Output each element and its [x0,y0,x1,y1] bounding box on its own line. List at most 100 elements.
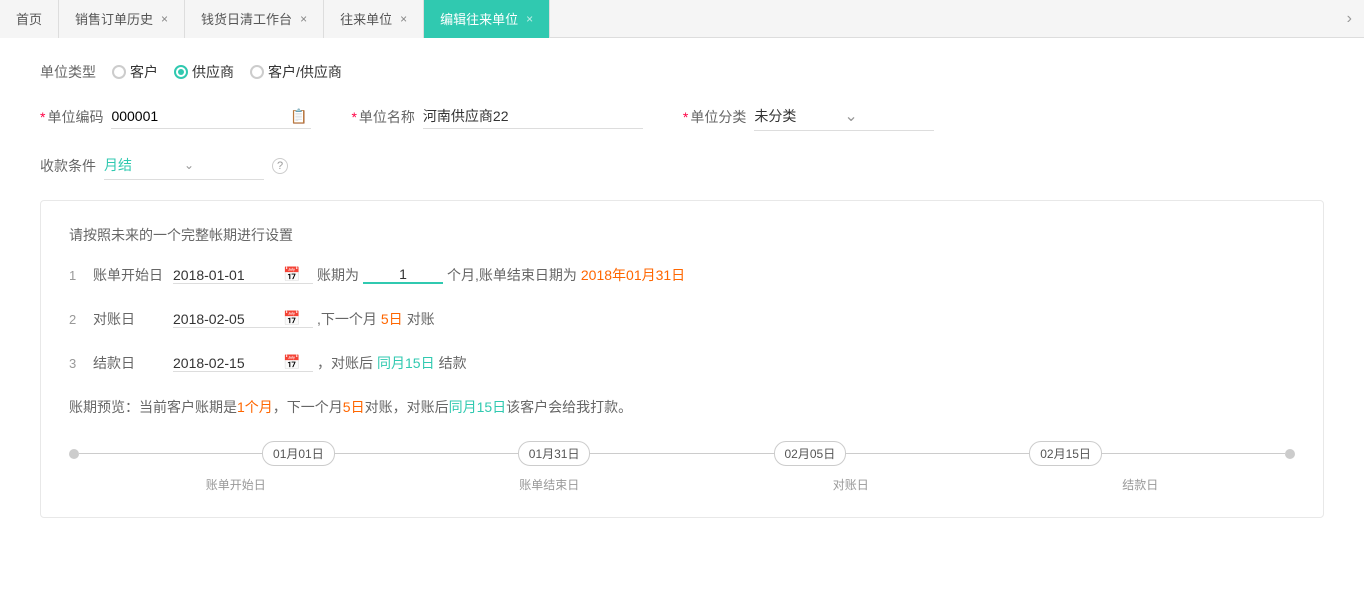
main-content: 单位类型 客户 供应商 客户/供应商 * 单位编码 [0,38,1364,608]
row-num-3: 3 [69,356,93,371]
preview-part1: 1个月 [237,399,273,415]
preview-part2: 5日 [343,399,365,415]
radio-circle-supplier [174,65,188,79]
payment-suffix-post: 结款 [439,353,467,373]
timeline-label-1: 账单开始日 [206,476,266,493]
timeline-node-4: 02月15日 [1029,441,1102,466]
payment-suffix-pre: ，对账后 [317,353,373,373]
unit-code-field: * 单位编码 📋 [40,104,311,129]
timeline-label-3: 对账日 [833,476,869,493]
timeline-node-1: 01月01日 [262,441,335,466]
unit-classify-select[interactable]: 未分类 ⌄ [754,102,934,131]
period-end-date: 2018年01月31日 [581,265,685,285]
payment-field: 收款条件 月结 ⌄ ? [40,151,288,180]
unit-classify-field: * 单位分类 未分类 ⌄ [683,102,934,131]
timeline-spacer-4 [846,453,1029,454]
start-date-cal-icon[interactable]: 📅 [283,266,300,283]
required-star-code: * [40,109,45,125]
unit-code-input[interactable] [111,104,286,128]
required-star-classify: * [683,109,688,125]
radio-supplier[interactable]: 供应商 [174,62,234,82]
period-value-input[interactable] [363,266,443,284]
radio-group-unit-type: 客户 供应商 客户/供应商 [112,62,342,82]
period-label-pre: 账期为 [317,265,359,285]
payment-select[interactable]: 月结 ⌄ [104,151,264,180]
timeline-track: 01月01日 01月31日 02月05日 02月15日 [69,441,1295,466]
timeline-spacer-2 [335,453,518,454]
reconcile-highlight: 5日 [381,309,403,329]
settings-card: 请按照未来的一个完整帐期进行设置 1 账单开始日 📅 账期为 个月,账单结束日期… [40,200,1324,518]
timeline-spacer-1 [79,453,262,454]
unit-classify-label: 单位分类 [690,107,746,127]
classify-arrow-icon: ⌄ [844,106,934,126]
tab-close-partner[interactable]: × [400,12,407,26]
required-star-name: * [351,109,356,125]
tab-sales-history[interactable]: 销售订单历史× [59,0,185,38]
timeline-badge-4: 02月15日 [1029,441,1102,466]
payment-value: 月结 [104,155,184,175]
reconcile-suffix-post: 对账 [407,309,435,329]
tab-home[interactable]: 首页 [0,0,59,38]
payment-date-input[interactable] [173,355,283,371]
payment-label: 收款条件 [40,156,96,176]
payment-date-cal-icon[interactable]: 📅 [283,354,300,371]
setting-row-3: 3 结款日 📅 ，对账后同月15日 结款 [69,353,1295,373]
tab-partner[interactable]: 往来单位× [324,0,424,38]
tab-close-sales-history[interactable]: × [161,12,168,26]
tab-edit-partner[interactable]: 编辑往来单位× [424,0,550,38]
unit-code-label: 单位编码 [47,107,103,127]
timeline-badge-1: 01月01日 [262,441,335,466]
radio-label-both: 客户/供应商 [268,62,342,82]
timeline-label-2: 账单结束日 [519,476,579,493]
tab-cashflow[interactable]: 钱货日清工作台× [185,0,324,38]
unit-classify-value: 未分类 [754,106,844,126]
unit-code-input-wrap: 📋 [111,104,311,129]
preview-part3: 同月15日 [449,399,507,415]
preview-sep1: ，下一个月 [273,399,343,415]
row-label-3: 结款日 [93,353,173,373]
radio-both[interactable]: 客户/供应商 [250,62,342,82]
row-label-2: 对账日 [93,309,173,329]
timeline-node-3: 02月05日 [774,441,847,466]
preview-suffix: 该客户会给我打款。 [506,399,632,415]
tab-close-edit-partner[interactable]: × [526,12,533,26]
reconcile-date-input-wrap: 📅 [173,310,313,328]
radio-label-supplier: 供应商 [192,62,234,82]
timeline-label-row: 账单开始日 账单结束日 对账日 结款日 [79,470,1285,493]
reconcile-suffix-pre: ,下一个月 [317,309,377,329]
tab-bar: 首页销售订单历史×钱货日清工作台×往来单位×编辑往来单位× › [0,0,1364,38]
period-label-post: 个月,账单结束日期为 [447,265,577,285]
row-label-1: 账单开始日 [93,265,173,285]
tab-close-cashflow[interactable]: × [300,12,307,26]
unit-code-icon[interactable]: 📋 [286,108,311,125]
card-hint: 请按照未来的一个完整帐期进行设置 [69,225,1295,245]
setting-row-1: 1 账单开始日 📅 账期为 个月,账单结束日期为 2018年01月31日 [69,265,1295,285]
preview-sep2: 对账，对账后 [365,399,449,415]
timeline-spacer-3 [590,453,773,454]
timeline-badge-3: 02月05日 [774,441,847,466]
timeline-dot-end [1285,449,1295,459]
radio-circle-both [250,65,264,79]
preview-prefix: 账期预览：当前客户账期是 [69,399,237,415]
tab-more-button[interactable]: › [1335,10,1364,28]
timeline-dot-start [69,449,79,459]
unit-type-label: 单位类型 [40,62,96,82]
unit-name-field: * 单位名称 [351,104,642,129]
payment-highlight: 同月15日 [377,353,435,373]
start-date-input[interactable] [173,267,283,283]
timeline-container: 01月01日 01月31日 02月05日 02月15日 [69,441,1295,493]
reconcile-date-input[interactable] [173,311,283,327]
payment-help-icon[interactable]: ? [272,158,288,174]
timeline-badge-2: 01月31日 [518,441,591,466]
reconcile-date-cal-icon[interactable]: 📅 [283,310,300,327]
radio-circle-customer [112,65,126,79]
radio-label-customer: 客户 [130,62,158,82]
start-date-input-wrap: 📅 [173,266,313,284]
payment-row: 收款条件 月结 ⌄ ? [40,151,1324,180]
unit-name-input[interactable] [423,104,643,129]
radio-customer[interactable]: 客户 [112,62,158,82]
row-num-2: 2 [69,312,93,327]
timeline-node-2: 01月31日 [518,441,591,466]
unit-type-field: 单位类型 客户 供应商 客户/供应商 [40,62,342,82]
row-num-1: 1 [69,268,93,283]
